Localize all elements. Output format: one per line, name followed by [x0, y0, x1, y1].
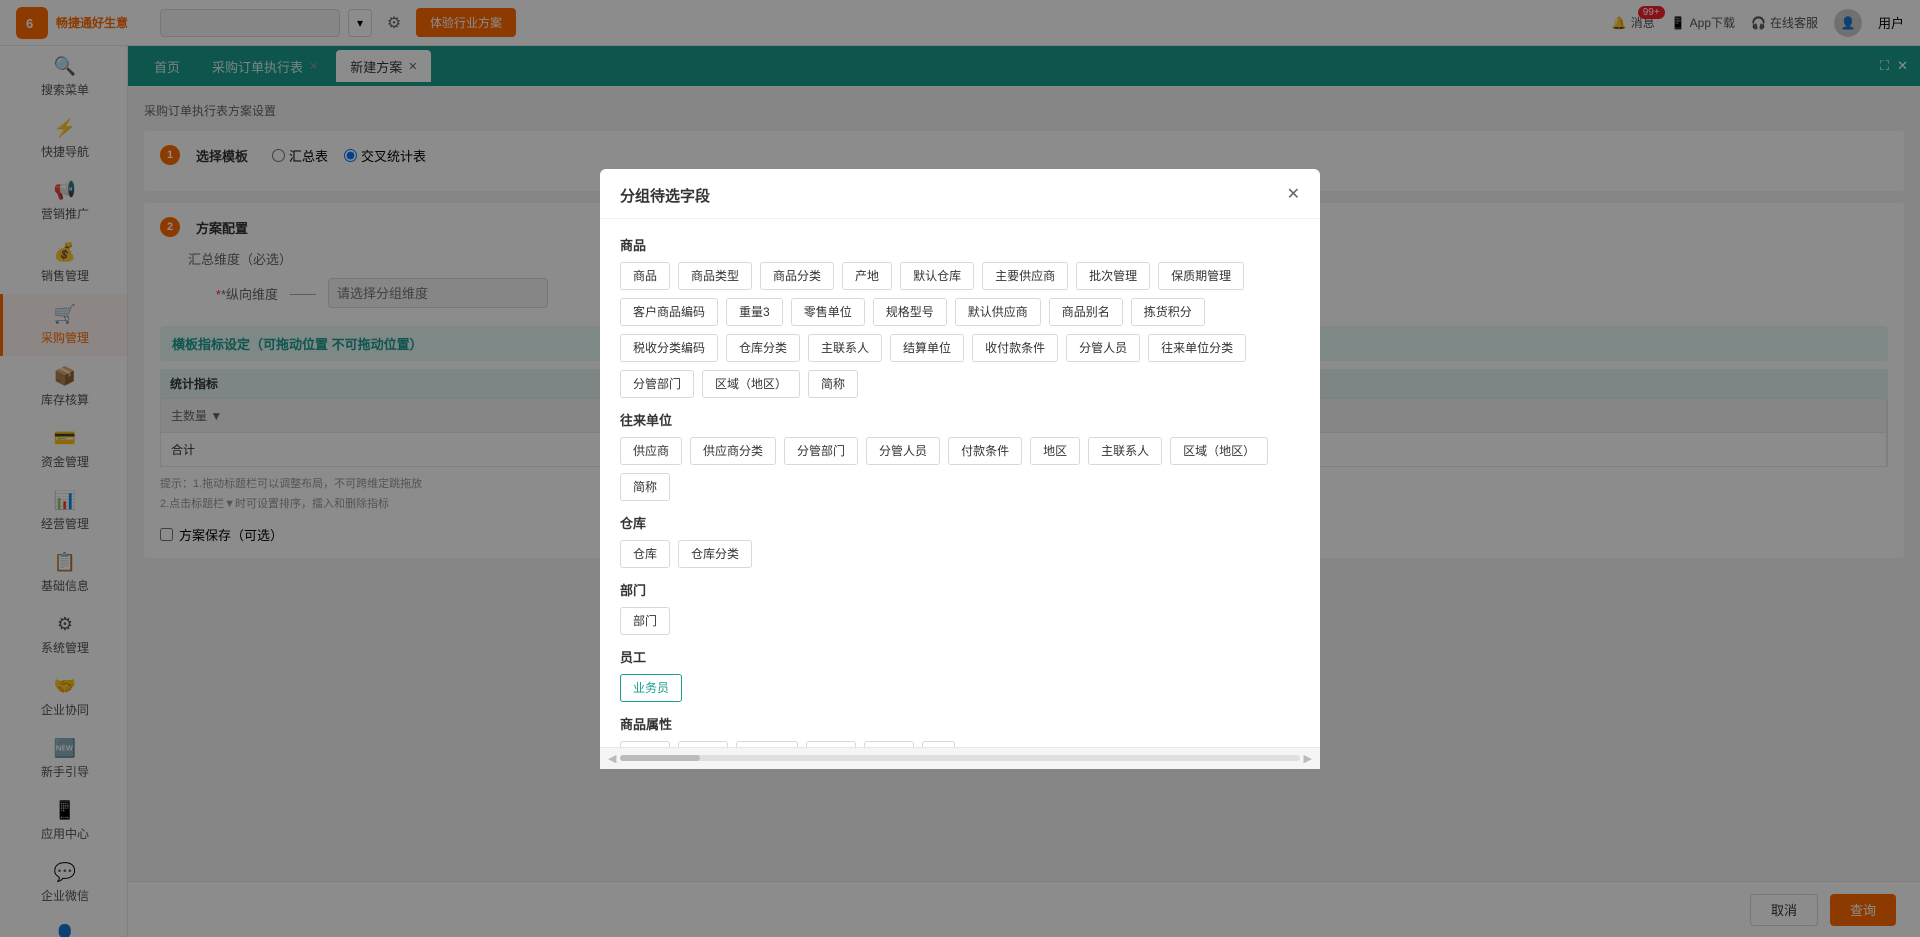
hscroll-thumb[interactable] — [620, 755, 700, 761]
field-tag[interactable]: 产地 — [842, 262, 892, 290]
section-title-department: 部门 — [620, 580, 1300, 599]
field-tag[interactable]: 仓库分类 — [726, 334, 800, 362]
section-title-product-attr: 商品属性 — [620, 714, 1300, 733]
hscroll-right-arrow[interactable]: ▶ — [1304, 752, 1312, 765]
field-tag[interactable]: 简称 — [620, 473, 670, 501]
field-tags-department: 部门 — [620, 607, 1300, 635]
section-title-warehouse: 仓库 — [620, 513, 1300, 532]
field-tag[interactable]: 分管人员 — [1066, 334, 1140, 362]
field-tag[interactable]: 地区 — [1030, 437, 1080, 465]
hscroll-left-arrow[interactable]: ◀ — [608, 752, 616, 765]
section-title-goods: 商品 — [620, 235, 1300, 254]
field-tag[interactable]: 往来单位分类 — [1148, 334, 1246, 362]
field-tag[interactable]: 简称 — [808, 370, 858, 398]
field-tag[interactable]: 区域（地区） — [1170, 437, 1268, 465]
field-tag[interactable]: 结算单位 — [890, 334, 964, 362]
field-tag[interactable]: 重量3 — [726, 298, 783, 326]
modal-title: 分组待选字段 — [620, 185, 710, 206]
field-tag[interactable]: 商品 — [620, 262, 670, 290]
field-tag[interactable]: 拣货积分 — [1131, 298, 1205, 326]
field-tag[interactable]: 区域（地区） — [702, 370, 800, 398]
field-tag[interactable]: 保质期管理 — [1158, 262, 1244, 290]
field-tags-employee: 业务员 — [620, 674, 1300, 702]
field-tag[interactable]: 默认仓库 — [900, 262, 974, 290]
field-tag[interactable]: 主要供应商 — [982, 262, 1068, 290]
field-tags-partner: 供应商 供应商分类 分管部门 分管人员 付款条件 地区 主联系人 区域（地区） … — [620, 437, 1300, 501]
field-tag[interactable]: 规格型号 — [873, 298, 947, 326]
field-tag[interactable]: 仓库分类 — [678, 540, 752, 568]
field-tag[interactable]: 仓库 — [620, 540, 670, 568]
field-tag[interactable]: 收付款条件 — [972, 334, 1058, 362]
modal-header: 分组待选字段 ✕ — [600, 169, 1320, 219]
field-tag[interactable]: 税收分类编码 — [620, 334, 718, 362]
field-tag[interactable]: 分管部门 — [620, 370, 694, 398]
field-tag[interactable]: 主联系人 — [808, 334, 882, 362]
field-tags-goods: 商品 商品类型 商品分类 产地 默认仓库 主要供应商 批次管理 保质期管理 客户… — [620, 262, 1300, 398]
field-tag[interactable]: 商品别名 — [1049, 298, 1123, 326]
field-tag[interactable]: 商品分类 — [760, 262, 834, 290]
field-tag[interactable]: 商品类型 — [678, 262, 752, 290]
modal-body[interactable]: 商品 商品 商品类型 商品分类 产地 默认仓库 主要供应商 批次管理 保质期管理… — [600, 219, 1320, 747]
modal-overlay: 分组待选字段 ✕ 商品 商品 商品类型 商品分类 产地 默认仓库 主要供应商 批… — [0, 0, 1920, 937]
field-tag[interactable]: 部门 — [620, 607, 670, 635]
field-tag[interactable]: 零售单位 — [791, 298, 865, 326]
field-tag[interactable]: 批次管理 — [1076, 262, 1150, 290]
hscroll-track — [620, 755, 1299, 761]
field-tag[interactable]: 分管部门 — [784, 437, 858, 465]
field-tag[interactable]: 付款条件 — [948, 437, 1022, 465]
field-tags-warehouse: 仓库 仓库分类 — [620, 540, 1300, 568]
modal-dialog: 分组待选字段 ✕ 商品 商品 商品类型 商品分类 产地 默认仓库 主要供应商 批… — [600, 169, 1320, 769]
section-title-partner: 往来单位 — [620, 410, 1300, 429]
field-tag[interactable]: 主联系人 — [1088, 437, 1162, 465]
field-tag[interactable]: 默认供应商 — [955, 298, 1041, 326]
modal-hscroll-area: ◀ ▶ — [600, 747, 1320, 769]
modal-close-btn[interactable]: ✕ — [1287, 187, 1300, 203]
field-tag[interactable]: 供应商分类 — [690, 437, 776, 465]
field-tag[interactable]: 分管人员 — [866, 437, 940, 465]
field-tag[interactable]: 供应商 — [620, 437, 682, 465]
section-title-employee: 员工 — [620, 647, 1300, 666]
field-tag[interactable]: 业务员 — [620, 674, 682, 702]
field-tag[interactable]: 客户商品编码 — [620, 298, 718, 326]
